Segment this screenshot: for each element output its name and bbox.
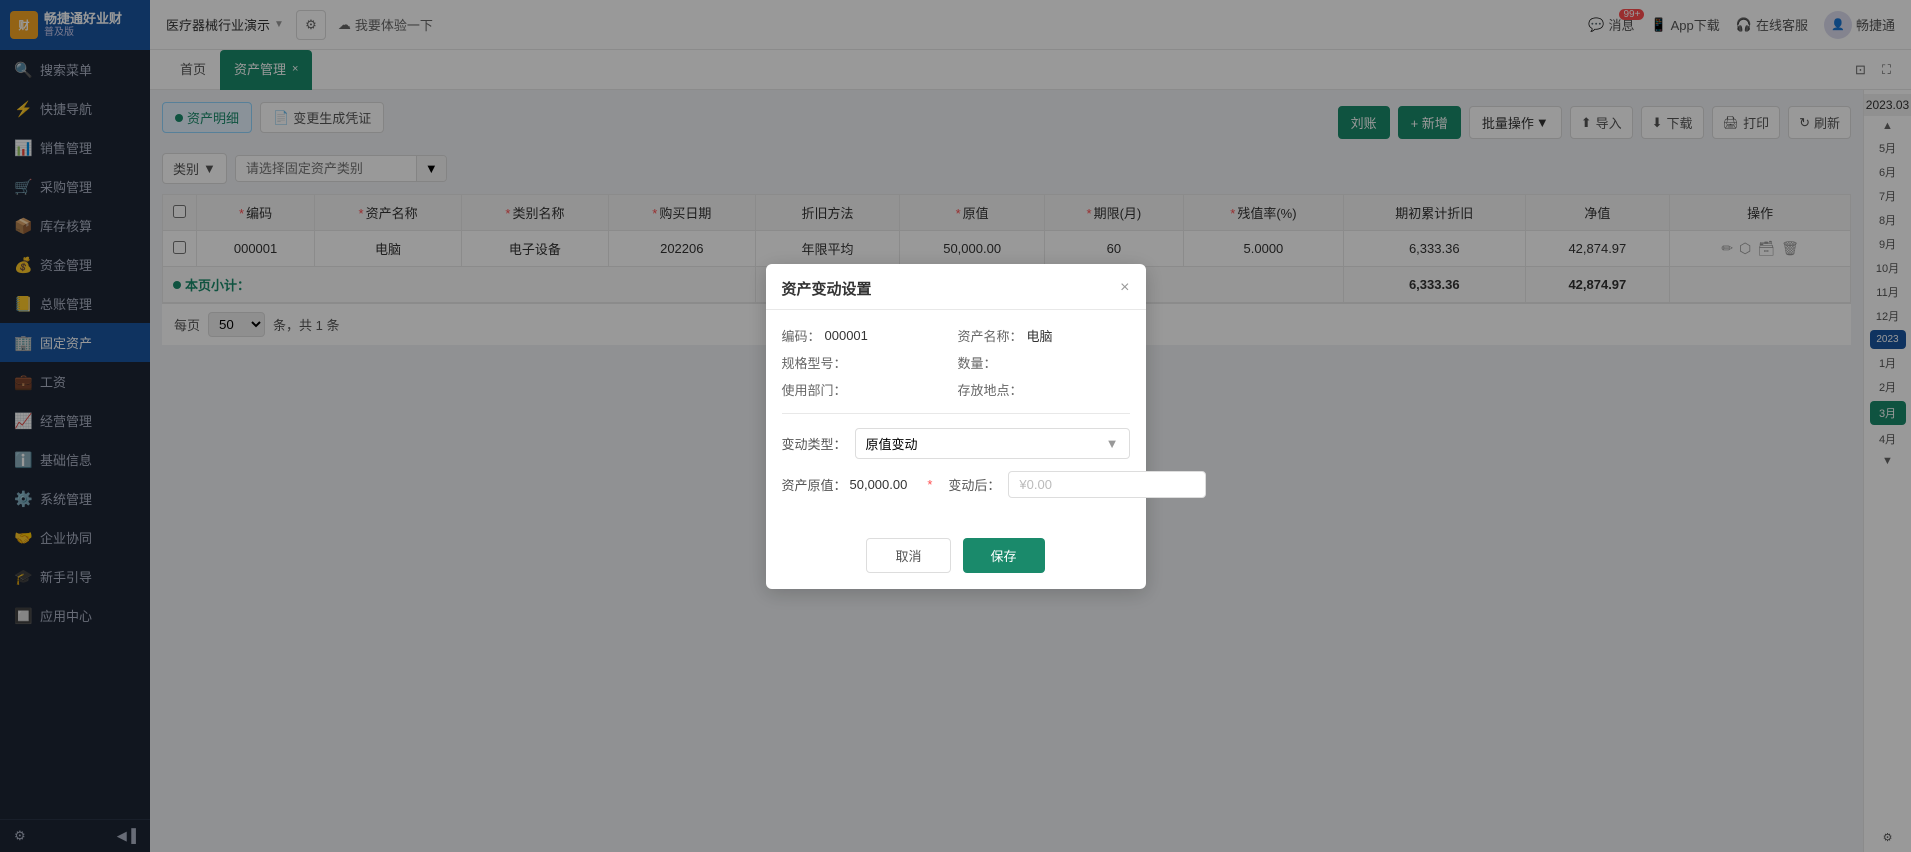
change-type-value: 原值变动 xyxy=(866,434,1102,453)
change-type-dropdown-icon: ▼ xyxy=(1106,436,1119,451)
asset-original-label: 资产原值： xyxy=(782,475,842,494)
modal-close-button[interactable]: × xyxy=(1120,279,1129,297)
modal-change-type-row: 变动类型： 原值变动 ▼ xyxy=(782,428,1130,459)
modal-location-field: 存放地点： xyxy=(958,380,1130,399)
modal-info-grid: 编码： 000001 资产名称： 电脑 规格型号： 数量： 使用部门： xyxy=(782,326,1130,414)
modal-code-value: 000001 xyxy=(825,328,868,343)
modal-asset-value-row: 资产原值： 50,000.00 * 变动后： xyxy=(782,471,1130,498)
asset-change-modal: 资产变动设置 × 编码： 000001 资产名称： 电脑 规格型号： 数量： xyxy=(766,264,1146,589)
modal-body: 编码： 000001 资产名称： 电脑 规格型号： 数量： 使用部门： xyxy=(766,310,1146,526)
modal-header: 资产变动设置 × xyxy=(766,264,1146,310)
required-star: * xyxy=(927,477,932,492)
after-change-label: 变动后： xyxy=(940,475,1000,494)
modal-code-field: 编码： 000001 xyxy=(782,326,954,345)
modal-asset-name-field: 资产名称： 电脑 xyxy=(958,326,1130,345)
cancel-button[interactable]: 取消 xyxy=(866,538,950,573)
modal-department-field: 使用部门： xyxy=(782,380,954,399)
modal-footer: 取消 保存 xyxy=(766,526,1146,589)
change-type-select[interactable]: 原值变动 ▼ xyxy=(855,428,1130,459)
modal-overlay: 资产变动设置 × 编码： 000001 资产名称： 电脑 规格型号： 数量： xyxy=(0,0,1911,852)
after-change-input[interactable] xyxy=(1008,471,1206,498)
change-type-label: 变动类型： xyxy=(782,434,847,453)
modal-asset-name-value: 电脑 xyxy=(1027,326,1053,345)
modal-quantity-field: 数量： xyxy=(958,353,1130,372)
modal-spec-field: 规格型号： xyxy=(782,353,954,372)
modal-title: 资产变动设置 xyxy=(782,278,872,299)
asset-original-value: 50,000.00 xyxy=(850,477,908,492)
save-button[interactable]: 保存 xyxy=(963,538,1045,573)
